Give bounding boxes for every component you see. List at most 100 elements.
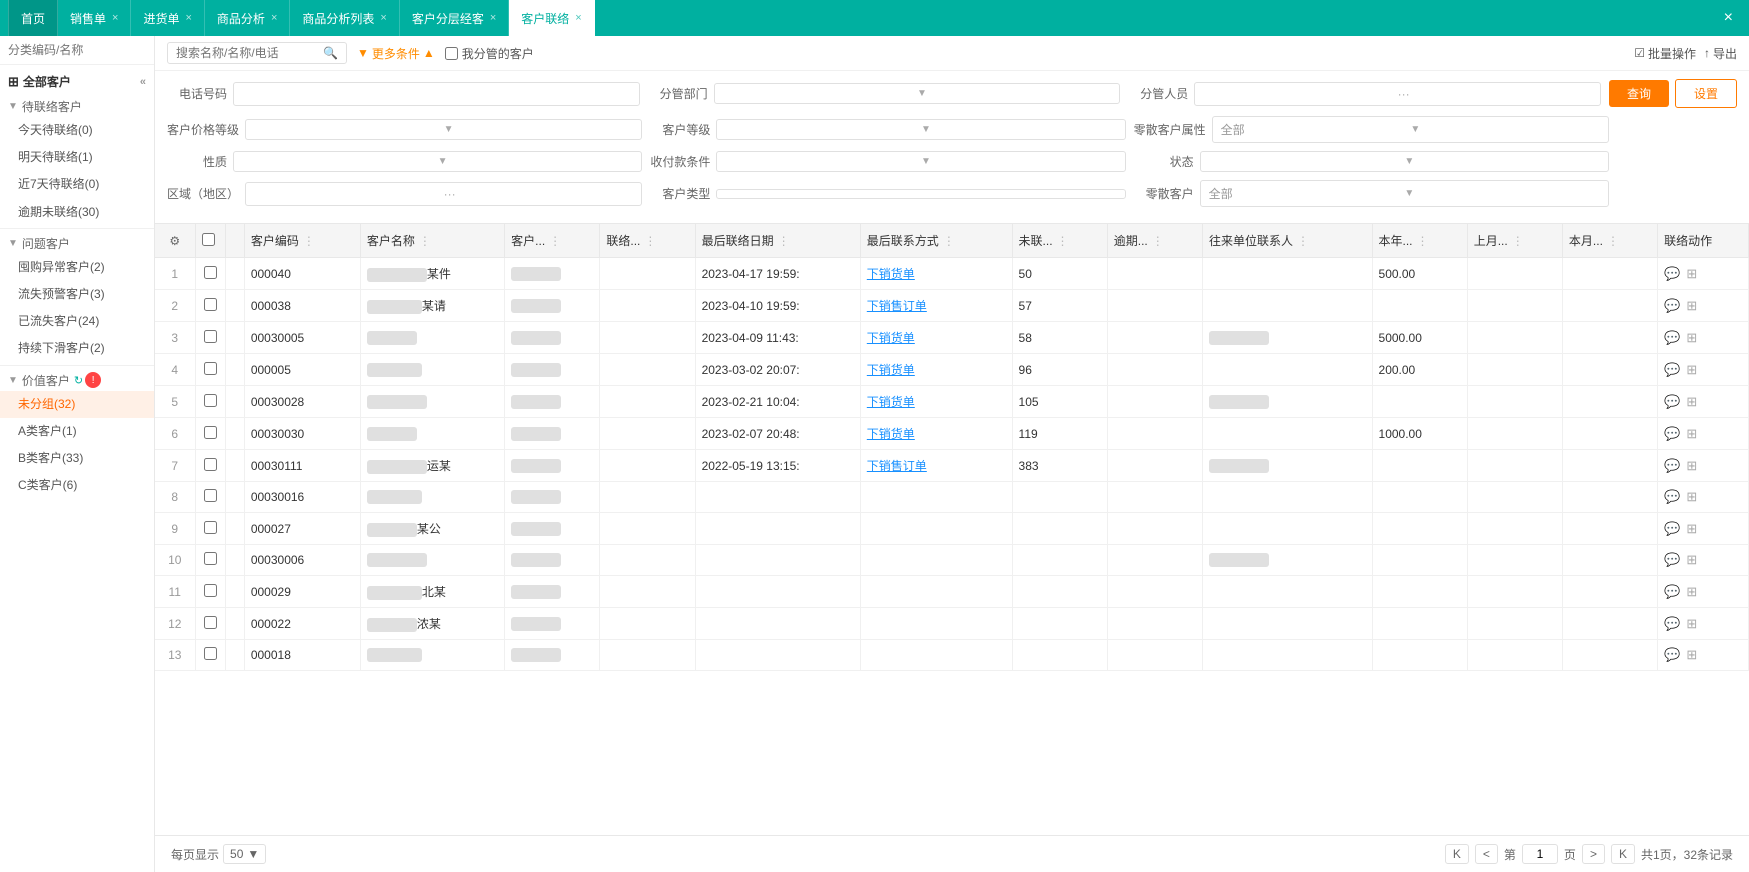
price-level-select[interactable]: ▼ [245, 119, 642, 140]
row-checkbox[interactable] [204, 521, 217, 534]
message-icon[interactable]: 💬 [1664, 584, 1680, 600]
nav-tab-purchase[interactable]: 进货单 × [131, 0, 204, 36]
batch-operation-button[interactable]: ☑ 批量操作 [1634, 45, 1696, 62]
contact-method-link[interactable]: 下销货单 [867, 427, 915, 441]
nav-tab-customer-contact[interactable]: 客户联络 × [509, 0, 594, 36]
sidebar-item-tomorrow[interactable]: 明天待联络(1) [0, 144, 154, 171]
scatter-select[interactable]: 全部 ▼ [1200, 180, 1609, 207]
col-resize-method[interactable]: ⋮ [943, 234, 955, 248]
grid-action-icon[interactable]: ⊞ [1686, 489, 1697, 505]
col-resize-company[interactable]: ⋮ [1297, 234, 1309, 248]
first-page-button[interactable]: K [1445, 844, 1469, 864]
row-checkbox[interactable] [204, 426, 217, 439]
more-icon-2[interactable]: ··· [444, 187, 634, 201]
row-checkbox[interactable] [204, 458, 217, 471]
region-select[interactable]: ··· [245, 182, 642, 206]
row-checkbox[interactable] [204, 330, 217, 343]
nav-tab-customer-segment[interactable]: 客户分层经客 × [400, 0, 509, 36]
sidebar-item-today[interactable]: 今天待联络(0) [0, 117, 154, 144]
nature-select[interactable]: ▼ [233, 151, 642, 172]
grid-action-icon[interactable]: ⊞ [1686, 552, 1697, 568]
row-checkbox[interactable] [204, 266, 217, 279]
sidebar-item-churn-warning[interactable]: 流失预警客户(3) [0, 281, 154, 308]
sidebar-search-input[interactable] [8, 43, 155, 57]
last-contact-method-column-header[interactable]: 最后联系方式 ⋮ [860, 224, 1012, 258]
all-customers-header[interactable]: ⊞ 全部客户 « [0, 65, 154, 94]
grid-action-icon[interactable]: ⊞ [1686, 521, 1697, 537]
contact-method-link[interactable]: 下销售订单 [867, 459, 927, 473]
name-column-header[interactable]: 客户名称 ⋮ [360, 224, 504, 258]
prev-page-button[interactable]: < [1475, 844, 1498, 864]
sidebar-item-class-b[interactable]: B类客户(33) [0, 445, 154, 472]
status-select[interactable]: ▼ [1200, 151, 1609, 172]
message-icon[interactable]: 💬 [1664, 458, 1680, 474]
query-button[interactable]: 查询 [1609, 80, 1669, 107]
last-page-button[interactable]: K [1611, 844, 1635, 864]
col-resize-overdue[interactable]: ⋮ [1152, 234, 1164, 248]
more-icon[interactable]: ··· [1398, 87, 1592, 101]
col-resize-uncontacted[interactable]: ⋮ [1057, 234, 1069, 248]
close-tab-customer-segment[interactable]: × [490, 12, 496, 24]
close-tab-purchase[interactable]: × [185, 12, 191, 24]
reset-button[interactable]: 设置 [1675, 79, 1737, 108]
row-checkbox[interactable] [204, 298, 217, 311]
next-page-button[interactable]: > [1582, 844, 1605, 864]
company-contact-column-header[interactable]: 往来单位联系人 ⋮ [1202, 224, 1372, 258]
sidebar-item-churned[interactable]: 已流失客户(24) [0, 308, 154, 335]
contact-method-link[interactable]: 下销货单 [867, 363, 915, 377]
filter-search-icon[interactable]: 🔍 [323, 46, 338, 60]
settings-icon[interactable]: ⚙ [169, 234, 180, 248]
message-icon[interactable]: 💬 [1664, 426, 1680, 442]
last-month-column-header[interactable]: 上月... ⋮ [1467, 224, 1562, 258]
this-year-column-header[interactable]: 本年... ⋮ [1372, 224, 1467, 258]
my-customers-checkbox[interactable] [445, 47, 458, 60]
page-size-box[interactable]: 50 ▼ [223, 844, 266, 864]
sidebar-item-ungrouped[interactable]: 未分组(32) [0, 391, 154, 418]
grid-action-icon[interactable]: ⊞ [1686, 616, 1697, 632]
contact-method-link[interactable]: 下销货单 [867, 331, 915, 345]
phone-input[interactable] [233, 82, 640, 106]
message-icon[interactable]: 💬 [1664, 298, 1680, 314]
row-checkbox[interactable] [204, 647, 217, 660]
col-resize-this-month[interactable]: ⋮ [1607, 234, 1619, 248]
customer-level-select[interactable]: ▼ [716, 119, 1125, 140]
grid-action-icon[interactable]: ⊞ [1686, 426, 1697, 442]
grid-action-icon[interactable]: ⊞ [1686, 394, 1697, 410]
sidebar-item-class-c[interactable]: C类客户(6) [0, 472, 154, 499]
page-number-input[interactable] [1522, 844, 1558, 864]
message-icon[interactable]: 💬 [1664, 552, 1680, 568]
overdue-column-header[interactable]: 逾期... ⋮ [1107, 224, 1202, 258]
export-button[interactable]: ↑ 导出 [1704, 45, 1737, 62]
code-column-header[interactable]: 客户编码 ⋮ [244, 224, 360, 258]
col-resize-last-month[interactable]: ⋮ [1512, 234, 1524, 248]
sidebar-item-abnormal[interactable]: 囤购异常客户(2) [0, 254, 154, 281]
sidebar-collapse-icon[interactable]: « [140, 76, 146, 88]
payment-select[interactable]: ▼ [716, 151, 1125, 172]
this-month-column-header[interactable]: 本月... ⋮ [1562, 224, 1657, 258]
message-icon[interactable]: 💬 [1664, 647, 1680, 663]
window-close-button[interactable]: × [1716, 9, 1741, 27]
nav-tab-home[interactable]: 首页 [8, 0, 58, 36]
message-icon[interactable]: 💬 [1664, 489, 1680, 505]
grid-action-icon[interactable]: ⊞ [1686, 647, 1697, 663]
message-icon[interactable]: 💬 [1664, 330, 1680, 346]
row-checkbox[interactable] [204, 584, 217, 597]
grid-action-icon[interactable]: ⊞ [1686, 584, 1697, 600]
row-checkbox[interactable] [204, 489, 217, 502]
sidebar-item-overdue[interactable]: 逾期未联络(30) [0, 199, 154, 226]
last-contact-date-column-header[interactable]: 最后联络日期 ⋮ [695, 224, 860, 258]
col-resize-code[interactable]: ⋮ [303, 234, 315, 248]
uncontacted-column-header[interactable]: 未联... ⋮ [1012, 224, 1107, 258]
grid-action-icon[interactable]: ⊞ [1686, 298, 1697, 314]
filter-search-input[interactable] [176, 46, 319, 60]
contact-column-header[interactable]: 联络... ⋮ [600, 224, 695, 258]
scatter-attr-select[interactable]: 全部 ▼ [1212, 116, 1609, 143]
sidebar-item-7days[interactable]: 近7天待联络(0) [0, 171, 154, 198]
grid-action-icon[interactable]: ⊞ [1686, 362, 1697, 378]
col-resize-date[interactable]: ⋮ [778, 234, 790, 248]
refresh-icon[interactable]: ↻ [74, 374, 83, 387]
col-resize-contact[interactable]: ⋮ [644, 234, 656, 248]
col-resize-name[interactable]: ⋮ [419, 234, 431, 248]
sidebar-item-class-a[interactable]: A类客户(1) [0, 418, 154, 445]
message-icon[interactable]: 💬 [1664, 266, 1680, 282]
